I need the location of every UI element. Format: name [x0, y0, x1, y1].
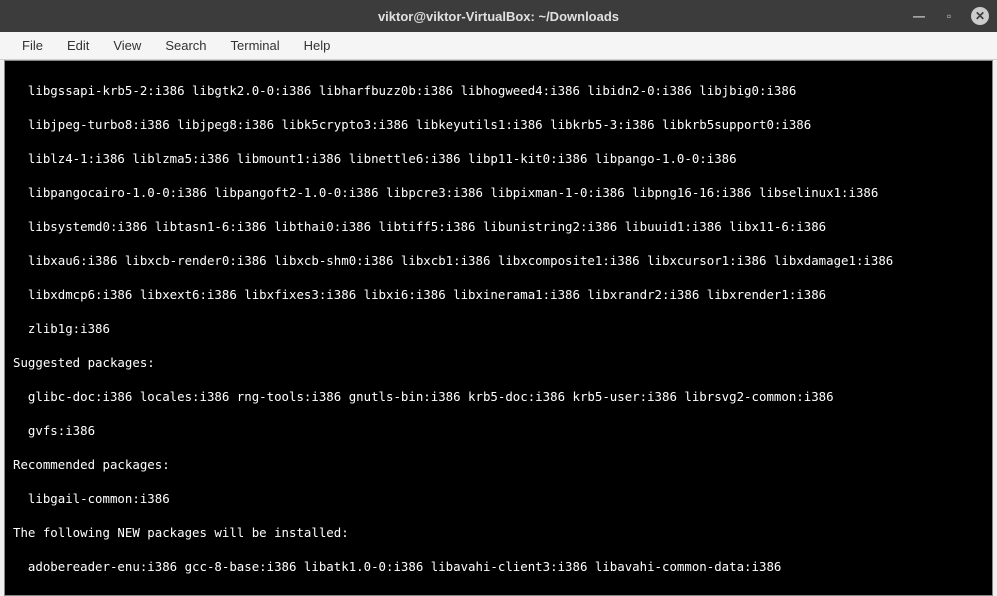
- terminal-line: libjpeg-turbo8:i386 libjpeg8:i386 libk5c…: [13, 116, 984, 133]
- menu-terminal[interactable]: Terminal: [219, 34, 292, 57]
- terminal-line: libgail-common:i386: [13, 490, 984, 507]
- terminal-line: libxdmcp6:i386 libxext6:i386 libxfixes3:…: [13, 286, 984, 303]
- terminal-line: The following NEW packages will be insta…: [13, 524, 984, 541]
- close-icon[interactable]: ✕: [971, 7, 989, 25]
- terminal-line: libxau6:i386 libxcb-render0:i386 libxcb-…: [13, 252, 984, 269]
- menubar: File Edit View Search Terminal Help: [0, 32, 997, 60]
- terminal-line: libpangocairo-1.0-0:i386 libpangoft2-1.0…: [13, 184, 984, 201]
- menu-view[interactable]: View: [101, 34, 153, 57]
- terminal-line: libavahi-common3:i386 libblkid1:i386 lib…: [13, 592, 984, 596]
- terminal-line: liblz4-1:i386 liblzma5:i386 libmount1:i3…: [13, 150, 984, 167]
- maximize-icon[interactable]: ▫: [941, 8, 957, 24]
- window-title: viktor@viktor-VirtualBox: ~/Downloads: [378, 9, 619, 24]
- terminal-line: zlib1g:i386: [13, 320, 984, 337]
- minimize-icon[interactable]: —: [911, 8, 927, 24]
- terminal-line: libgssapi-krb5-2:i386 libgtk2.0-0:i386 l…: [13, 82, 984, 99]
- titlebar: viktor@viktor-VirtualBox: ~/Downloads — …: [0, 0, 997, 32]
- menu-search[interactable]: Search: [153, 34, 218, 57]
- terminal-line: libsystemd0:i386 libtasn1-6:i386 libthai…: [13, 218, 984, 235]
- terminal-line: Suggested packages:: [13, 354, 984, 371]
- terminal-line: adobereader-enu:i386 gcc-8-base:i386 lib…: [13, 558, 984, 575]
- terminal-output[interactable]: libgssapi-krb5-2:i386 libgtk2.0-0:i386 l…: [4, 60, 993, 596]
- window-controls: — ▫ ✕: [911, 7, 989, 25]
- terminal-line: glibc-doc:i386 locales:i386 rng-tools:i3…: [13, 388, 984, 405]
- menu-help[interactable]: Help: [292, 34, 343, 57]
- terminal-line: Recommended packages:: [13, 456, 984, 473]
- menu-edit[interactable]: Edit: [55, 34, 101, 57]
- menu-file[interactable]: File: [10, 34, 55, 57]
- terminal-line: gvfs:i386: [13, 422, 984, 439]
